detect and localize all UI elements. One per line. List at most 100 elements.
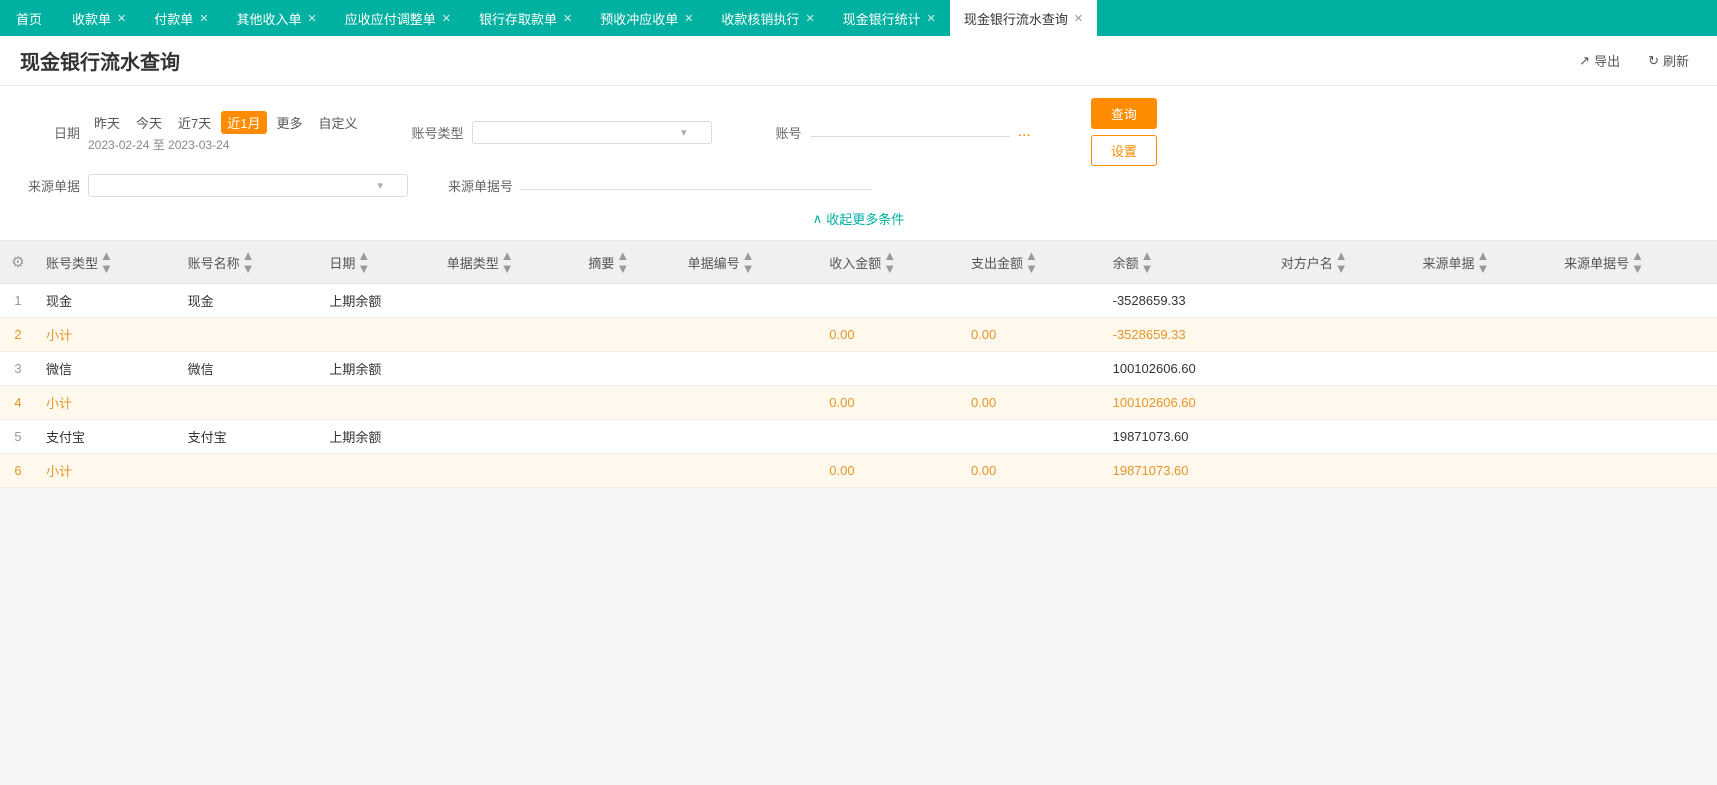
sort-icon-summary: ▲▼: [616, 249, 629, 275]
cell-account_type: 小计: [36, 454, 178, 488]
cell-source_doc_no: [1554, 284, 1717, 318]
nav-home[interactable]: 首页: [0, 0, 58, 36]
cell-num: 5: [0, 420, 36, 454]
sort-icon-doc_no: ▲▼: [742, 249, 755, 275]
cell-account_name: [178, 454, 320, 488]
account-type-section: 账号类型 ▾: [404, 121, 712, 144]
chevron-down-icon2: ▾: [377, 179, 383, 192]
account-ellipsis-button[interactable]: ...: [1018, 123, 1031, 141]
close-icon[interactable]: ✕: [805, 12, 814, 25]
cell-source_doc: [1412, 386, 1554, 420]
column-header-doc_type[interactable]: 单据类型▲▼: [437, 241, 579, 284]
column-header-account_type[interactable]: 账号类型▲▼: [36, 241, 178, 284]
nav-tab-其他收入单[interactable]: 其他收入单✕: [222, 0, 330, 36]
export-button[interactable]: ↗ 导出: [1571, 47, 1628, 74]
column-header-summary[interactable]: 摘要▲▼: [578, 241, 677, 284]
table-row: 4小计0.000.00100102606.60: [0, 386, 1717, 420]
cell-date: 上期余额: [319, 284, 436, 318]
cell-income: 0.00: [819, 454, 961, 488]
date-option-自定义[interactable]: 自定义: [313, 111, 364, 134]
close-icon[interactable]: ✕: [563, 12, 572, 25]
close-icon[interactable]: ✕: [684, 12, 693, 25]
source-doc-select[interactable]: ▾: [88, 174, 408, 197]
date-option-今天[interactable]: 今天: [130, 111, 168, 134]
close-icon[interactable]: ✕: [199, 12, 208, 25]
cell-expense: 0.00: [961, 318, 1103, 352]
cell-num: 2: [0, 318, 36, 352]
account-section: 账号 ...: [742, 123, 1031, 142]
date-options-group: 昨天今天近7天近1月更多自定义 2023-02-24 至 2023-03-24: [88, 111, 364, 153]
nav-tab-付款单[interactable]: 付款单✕: [140, 0, 222, 36]
cell-summary: [578, 386, 677, 420]
column-header-date[interactable]: 日期▲▼: [319, 241, 436, 284]
column-header-account_name[interactable]: 账号名称▲▼: [178, 241, 320, 284]
sort-icon-counterpart: ▲▼: [1335, 249, 1348, 275]
date-option-近7天[interactable]: 近7天: [172, 111, 217, 134]
account-type-select[interactable]: ▾: [472, 121, 712, 144]
nav-tab-银行存取款单[interactable]: 银行存取款单✕: [465, 0, 586, 36]
cell-counterpart: [1271, 386, 1413, 420]
date-option-更多[interactable]: 更多: [271, 111, 309, 134]
column-header-expense[interactable]: 支出金额▲▼: [961, 241, 1103, 284]
nav-tab-现金银行统计[interactable]: 现金银行统计✕: [829, 0, 950, 36]
chevron-down-icon: ▾: [681, 126, 687, 139]
page-header: 现金银行流水查询 ↗ 导出 ↻ 刷新: [0, 36, 1717, 86]
close-icon[interactable]: ✕: [308, 12, 317, 25]
export-icon: ↗: [1579, 53, 1590, 69]
column-header-doc_no[interactable]: 单据编号▲▼: [678, 241, 820, 284]
source-doc-section: 来源单据 ▾: [20, 174, 408, 197]
gear-icon[interactable]: ⚙: [11, 254, 24, 271]
nav-tab-收款核销执行[interactable]: 收款核销执行✕: [707, 0, 828, 36]
account-input[interactable]: [810, 128, 1010, 137]
data-table: ⚙账号类型▲▼账号名称▲▼日期▲▼单据类型▲▼摘要▲▼单据编号▲▼收入金额▲▼支…: [0, 241, 1717, 488]
cell-doc_no: [678, 318, 820, 352]
sort-icon-account_name: ▲▼: [242, 249, 255, 275]
date-option-近1月[interactable]: 近1月: [221, 111, 266, 134]
cell-counterpart: [1271, 420, 1413, 454]
date-options: 昨天今天近7天近1月更多自定义: [88, 111, 364, 134]
set-button[interactable]: 设置: [1091, 135, 1157, 166]
sort-icon-source_doc_no: ▲▼: [1631, 249, 1644, 275]
close-icon[interactable]: ✕: [117, 12, 126, 25]
sort-icon-doc_type: ▲▼: [501, 249, 514, 275]
settings-column-header: ⚙: [0, 241, 36, 284]
close-icon[interactable]: ✕: [1074, 12, 1083, 25]
cell-income: [819, 420, 961, 454]
source-doc-no-input[interactable]: [521, 181, 871, 190]
action-buttons: 查询 设置: [1091, 98, 1157, 166]
cell-doc_type: [437, 386, 579, 420]
nav-tab-预收冲应收单[interactable]: 预收冲应收单✕: [586, 0, 707, 36]
date-option-昨天[interactable]: 昨天: [88, 111, 126, 134]
column-header-source_doc_no[interactable]: 来源单据号▲▼: [1554, 241, 1717, 284]
table-header: ⚙ 账号类型▲▼账号名称▲▼日期▲▼单据类型▲▼摘要▲▼单据编号▲▼收入金额▲▼支…: [0, 241, 1717, 284]
cell-counterpart: [1271, 284, 1413, 318]
cell-summary: [578, 284, 677, 318]
cell-balance: 19871073.60: [1103, 420, 1271, 454]
refresh-button[interactable]: ↻ 刷新: [1640, 47, 1697, 74]
nav-tab-现金银行流水查询[interactable]: 现金银行流水查询✕: [950, 0, 1097, 36]
cell-num: 1: [0, 284, 36, 318]
query-button[interactable]: 查询: [1091, 98, 1157, 129]
cell-expense: [961, 420, 1103, 454]
cell-balance: 19871073.60: [1103, 454, 1271, 488]
cell-source_doc_no: [1554, 454, 1717, 488]
table-row: 3微信微信上期余额100102606.60: [0, 352, 1717, 386]
cell-balance: 100102606.60: [1103, 352, 1271, 386]
cell-account_type: 支付宝: [36, 420, 178, 454]
close-icon[interactable]: ✕: [442, 12, 451, 25]
cell-account_type: 现金: [36, 284, 178, 318]
cell-expense: [961, 352, 1103, 386]
column-header-source_doc[interactable]: 来源单据▲▼: [1412, 241, 1554, 284]
column-header-counterpart[interactable]: 对方户名▲▼: [1271, 241, 1413, 284]
cell-doc_type: [437, 420, 579, 454]
nav-tab-应收应付调整单[interactable]: 应收应付调整单✕: [331, 0, 465, 36]
filter-row-1: 日期 昨天今天近7天近1月更多自定义 2023-02-24 至 2023-03-…: [20, 98, 1697, 166]
close-icon[interactable]: ✕: [927, 12, 936, 25]
sort-icon-expense: ▲▼: [1025, 249, 1038, 275]
collapse-bar[interactable]: ∧ 收起更多条件: [20, 205, 1697, 232]
cell-income: [819, 352, 961, 386]
nav-tab-收款单[interactable]: 收款单✕: [58, 0, 140, 36]
cell-date: 上期余额: [319, 420, 436, 454]
column-header-balance[interactable]: 余额▲▼: [1103, 241, 1271, 284]
column-header-income[interactable]: 收入金额▲▼: [819, 241, 961, 284]
